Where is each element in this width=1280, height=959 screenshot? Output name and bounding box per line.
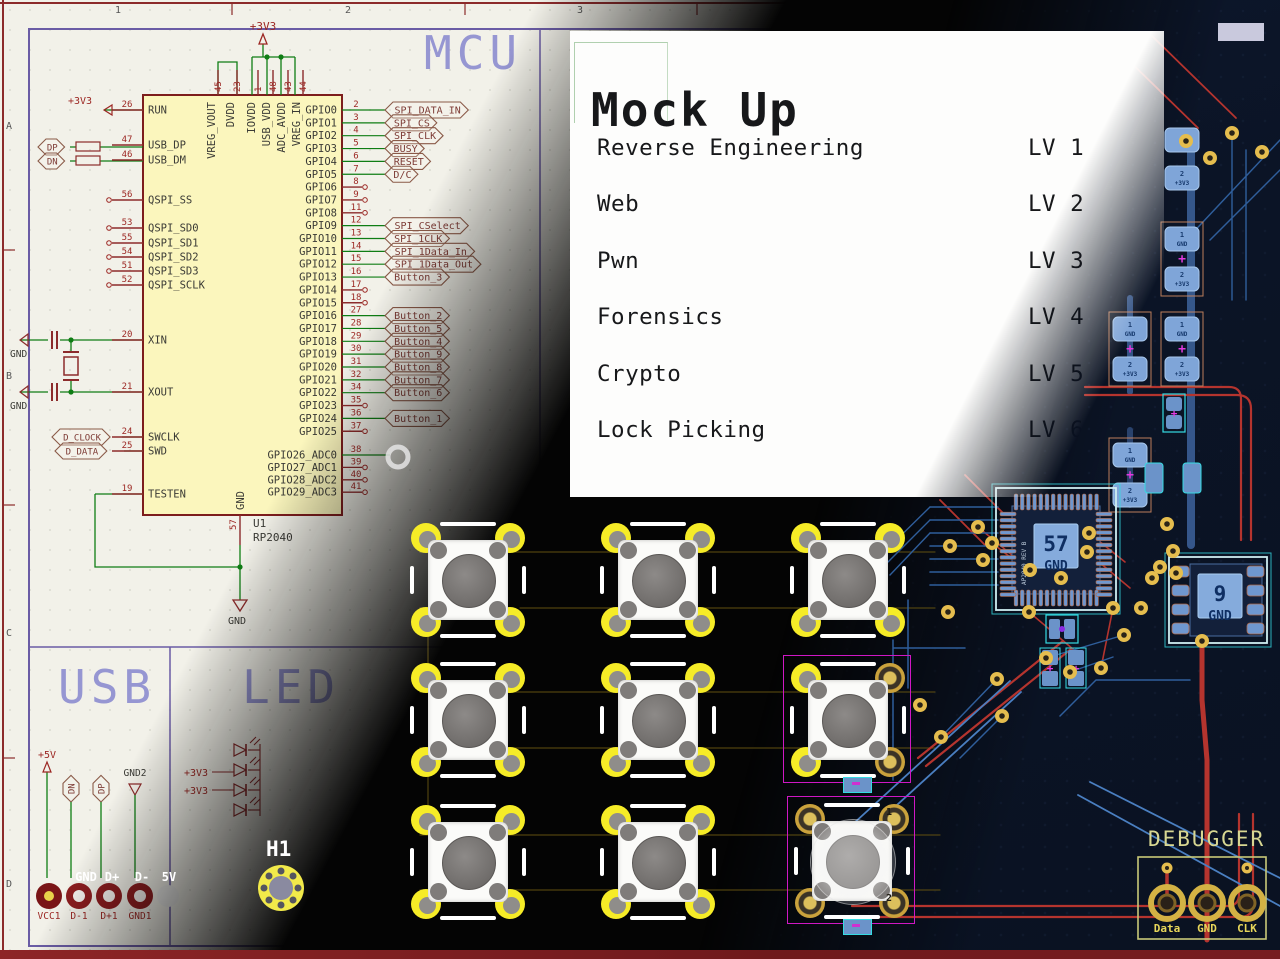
mount-hole-h1: H1 [258,837,304,911]
card-item-level: LV 4 [1028,304,1085,331]
card-item: Crypto LV 5 [597,361,1117,417]
card-item-label: Reverse Engineering [597,135,864,161]
card-item-label: Crypto [597,360,682,387]
card-item: Web LV 2 [597,191,1117,247]
card-item-level: LV 1 [1028,135,1085,161]
usb-silk-label: GND [75,870,97,884]
card-item-level: LV 6 [1028,416,1085,443]
window-artifact [1218,23,1264,41]
card-item: Pwn LV 3 [597,248,1117,304]
card-item-label: Web [597,191,640,218]
card-item-level: LV 5 [1028,360,1085,387]
card-item-label: Pwn [597,247,640,274]
mockup-card: Mock Up Reverse Engineering LV 1 Web LV 2 Pw… [570,31,1164,497]
svg-text:H1: H1 [266,837,291,861]
card-item-label: Lock Picking [597,416,766,443]
composite-screenshot: 1GND2+3V3+1GND2+3V3+1GND2+3V3+1GND2+3V3+… [0,0,1280,959]
card-item-level: LV 2 [1028,191,1085,218]
usb-silk-label: D- [135,870,149,884]
card-item-level: LV 3 [1028,247,1085,274]
card-title: Mock Up [591,83,799,137]
card-item: Reverse Engineering LV 1 [597,135,1117,191]
card-item: Lock Picking LV 6 [597,417,1117,473]
card-category-list: Reverse Engineering LV 1 Web LV 2 Pwn LV 3 For… [597,135,1117,473]
mount-hole-small [385,444,411,470]
usb-silk-label: 5V [162,870,176,884]
board-edge-bar [0,950,1280,959]
card-item-label: Forensics [597,304,724,331]
card-item: Forensics LV 4 [597,304,1117,360]
usb-silk-label: D+ [105,870,119,884]
